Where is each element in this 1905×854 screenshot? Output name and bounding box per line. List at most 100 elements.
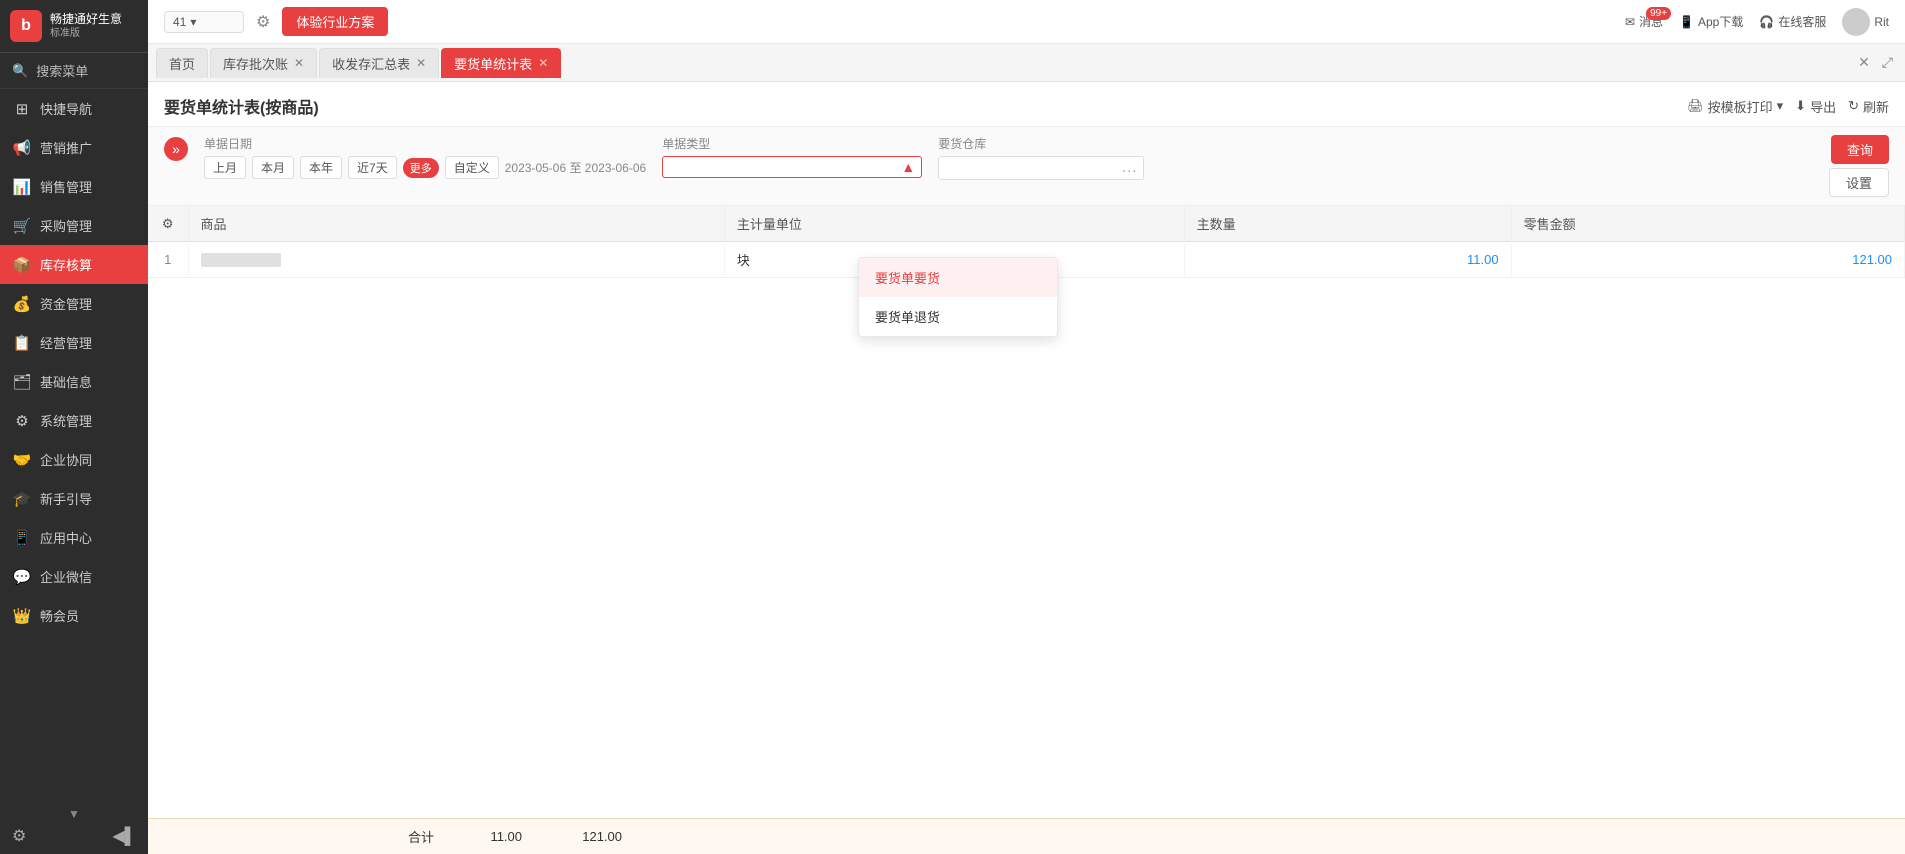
filter-expand-button[interactable]: » <box>164 137 188 161</box>
sidebar: b 畅捷通好生意 标准版 🔍 搜索菜单 ⊞ 快捷导航 📢 营销推广 📊 销售管理… <box>0 0 148 854</box>
enterprise-icon: 🤝 <box>12 451 32 469</box>
footer-label: 合计 <box>160 827 434 846</box>
date-range-display: 2023-05-06 至 2023-06-06 <box>505 159 646 176</box>
expand-icon: » <box>172 141 180 157</box>
apps-icon: 📱 <box>12 529 32 547</box>
sidebar-item-wechat[interactable]: 💬 企业微信 <box>0 557 148 596</box>
tab-close-order-stats[interactable]: ✕ <box>538 56 548 70</box>
date-more-badge[interactable]: 更多 <box>403 158 439 178</box>
inventory-icon: 📦 <box>12 256 32 274</box>
page-actions: 🖨 按模板打印 ▾ ⬇ 导出 ↻ 刷新 <box>1687 97 1889 116</box>
type-filter-input[interactable] <box>669 160 901 175</box>
headset-icon: 🎧 <box>1759 15 1774 29</box>
warehouse-filter-input[interactable] <box>945 161 1121 176</box>
topbar: 41 ▾ ⚙ 体验行业方案 ✉ 消息 99+ 📱 App下载 🎧 在线客服 R <box>148 0 1905 44</box>
sidebar-scroll-down[interactable]: ▼ <box>0 804 148 824</box>
export-button[interactable]: ⬇ 导出 <box>1795 97 1836 116</box>
sidebar-nav: ⊞ 快捷导航 📢 营销推广 📊 销售管理 🛒 采购管理 📦 库存核算 💰 资金管… <box>0 89 148 817</box>
sidebar-item-enterprise[interactable]: 🤝 企业协同 <box>0 440 148 479</box>
row-product <box>188 242 724 278</box>
message-badge: 99+ <box>1646 7 1671 20</box>
sidebar-search-btn[interactable]: 🔍 搜索菜单 <box>0 53 148 89</box>
table-footer: 合计 11.00 121.00 <box>148 818 1905 854</box>
marketing-icon: 📢 <box>12 139 32 157</box>
sales-icon: 📊 <box>12 178 32 196</box>
sidebar-item-sales[interactable]: 📊 销售管理 <box>0 167 148 206</box>
sidebar-item-purchase[interactable]: 🛒 采购管理 <box>0 206 148 245</box>
quick-nav-icon: ⊞ <box>12 100 32 118</box>
company-select[interactable]: 41 ▾ <box>164 11 244 33</box>
type-filter-input-wrap: ▲ <box>662 156 922 178</box>
tab-receive-summary[interactable]: 收发存汇总表 ✕ <box>319 48 439 78</box>
col-unit: 主计量单位 <box>724 206 1184 242</box>
footer-menu-icon[interactable]: ◀▌ <box>112 826 136 846</box>
topbar-user[interactable]: Rit <box>1842 8 1889 36</box>
date-filter-label: 单据日期 <box>204 135 646 152</box>
topbar-app-download[interactable]: 📱 App下载 <box>1679 13 1743 30</box>
date-7days-btn[interactable]: 近7天 <box>348 156 397 179</box>
sidebar-item-basic[interactable]: 🗂 基础信息 <box>0 362 148 401</box>
topbar-right: ✉ 消息 99+ 📱 App下载 🎧 在线客服 Rit <box>1625 8 1889 36</box>
query-button[interactable]: 查询 <box>1831 135 1889 164</box>
wechat-icon: 💬 <box>12 568 32 586</box>
page-header: 要货单统计表(按商品) 🖨 按模板打印 ▾ ⬇ 导出 ↻ 刷新 <box>148 82 1905 126</box>
topbar-settings-icon[interactable]: ⚙ <box>252 8 274 36</box>
topbar-message-btn[interactable]: ✉ 消息 99+ <box>1625 13 1663 30</box>
date-last-month-btn[interactable]: 上月 <box>204 156 246 179</box>
tab-order-stats[interactable]: 要货单统计表 ✕ <box>441 48 561 78</box>
date-this-month-btn[interactable]: 本月 <box>252 156 294 179</box>
operation-icon: 📋 <box>12 334 32 352</box>
filter-area: » 单据日期 上月 本月 本年 近7天 更多 自定义 2023-05-06 至 … <box>148 126 1905 206</box>
export-icon: ⬇ <box>1795 98 1806 114</box>
user-avatar <box>1842 8 1870 36</box>
sidebar-item-apps[interactable]: 📱 应用中心 <box>0 518 148 557</box>
footer-settings-icon[interactable]: ⚙ <box>12 826 26 846</box>
col-amount: 零售金额 <box>1511 206 1904 242</box>
tab-close-inventory-batch[interactable]: ✕ <box>294 56 304 70</box>
date-this-year-btn[interactable]: 本年 <box>300 156 342 179</box>
filter-actions: 查询 设置 <box>1829 135 1889 197</box>
expand-tabs-icon[interactable]: ⤢ <box>1878 52 1897 73</box>
date-custom-btn[interactable]: 自定义 <box>445 156 499 179</box>
sidebar-item-system[interactable]: ⚙ 系统管理 <box>0 401 148 440</box>
sidebar-item-member[interactable]: 👑 畅会员 <box>0 596 148 635</box>
type-filter-label: 单据类型 <box>662 135 922 152</box>
sidebar-item-operation[interactable]: 📋 经营管理 <box>0 323 148 362</box>
content-area: 要货单统计表(按商品) 🖨 按模板打印 ▾ ⬇ 导出 ↻ 刷新 <box>148 82 1905 854</box>
purchase-icon: 🛒 <box>12 217 32 235</box>
footer-quantity: 11.00 <box>434 829 534 844</box>
dropdown-item-order-return[interactable]: 要货单退货 <box>859 297 1057 336</box>
sidebar-item-guide[interactable]: 🎓 新手引导 <box>0 479 148 518</box>
member-icon: 👑 <box>12 607 32 625</box>
refresh-button[interactable]: ↻ 刷新 <box>1848 97 1889 116</box>
col-settings[interactable]: ⚙ <box>148 206 188 242</box>
close-all-tabs-icon[interactable]: ✕ <box>1854 52 1874 73</box>
tab-home[interactable]: 首页 <box>156 48 208 78</box>
sidebar-item-inventory[interactable]: 📦 库存核算 <box>0 245 148 284</box>
warehouse-more-icon[interactable]: … <box>1121 159 1137 177</box>
sidebar-item-finance[interactable]: 💰 资金管理 <box>0 284 148 323</box>
app-title: 畅捷通好生意 标准版 <box>50 11 122 42</box>
print-button[interactable]: 🖨 按模板打印 ▾ <box>1687 97 1783 116</box>
dropdown-item-order-goods[interactable]: 要货单要货 <box>859 258 1057 297</box>
table-header-row: ⚙ 商品 主计量单位 主数量 零售金额 <box>148 206 1905 242</box>
search-icon: 🔍 <box>12 63 28 79</box>
footer-amount: 121.00 <box>534 829 634 844</box>
filter-type-group: 单据类型 ▲ <box>662 135 922 178</box>
tab-close-receive-summary[interactable]: ✕ <box>416 56 426 70</box>
print-dropdown-icon: ▾ <box>1777 98 1784 114</box>
tabbar: 首页 库存批次账 ✕ 收发存汇总表 ✕ 要货单统计表 ✕ ✕ ⤢ <box>148 44 1905 82</box>
topbar-online-service[interactable]: 🎧 在线客服 <box>1759 13 1826 30</box>
type-filter-arrow-icon[interactable]: ▲ <box>901 159 915 175</box>
settings-button[interactable]: 设置 <box>1829 168 1889 197</box>
topbar-left: 41 ▾ ⚙ 体验行业方案 <box>164 7 1613 36</box>
row-quantity: 11.00 <box>1184 242 1511 278</box>
sidebar-item-quick-nav[interactable]: ⊞ 快捷导航 <box>0 89 148 128</box>
chevron-down-icon: ▾ <box>190 15 196 29</box>
sidebar-item-marketing[interactable]: 📢 营销推广 <box>0 128 148 167</box>
filter-warehouse-group: 要货仓库 … <box>938 135 1144 180</box>
trial-button[interactable]: 体验行业方案 <box>282 7 388 36</box>
tab-inventory-batch[interactable]: 库存批次账 ✕ <box>210 48 317 78</box>
finance-icon: 💰 <box>12 295 32 313</box>
filter-date-group: 单据日期 上月 本月 本年 近7天 更多 自定义 2023-05-06 至 20… <box>204 135 646 179</box>
